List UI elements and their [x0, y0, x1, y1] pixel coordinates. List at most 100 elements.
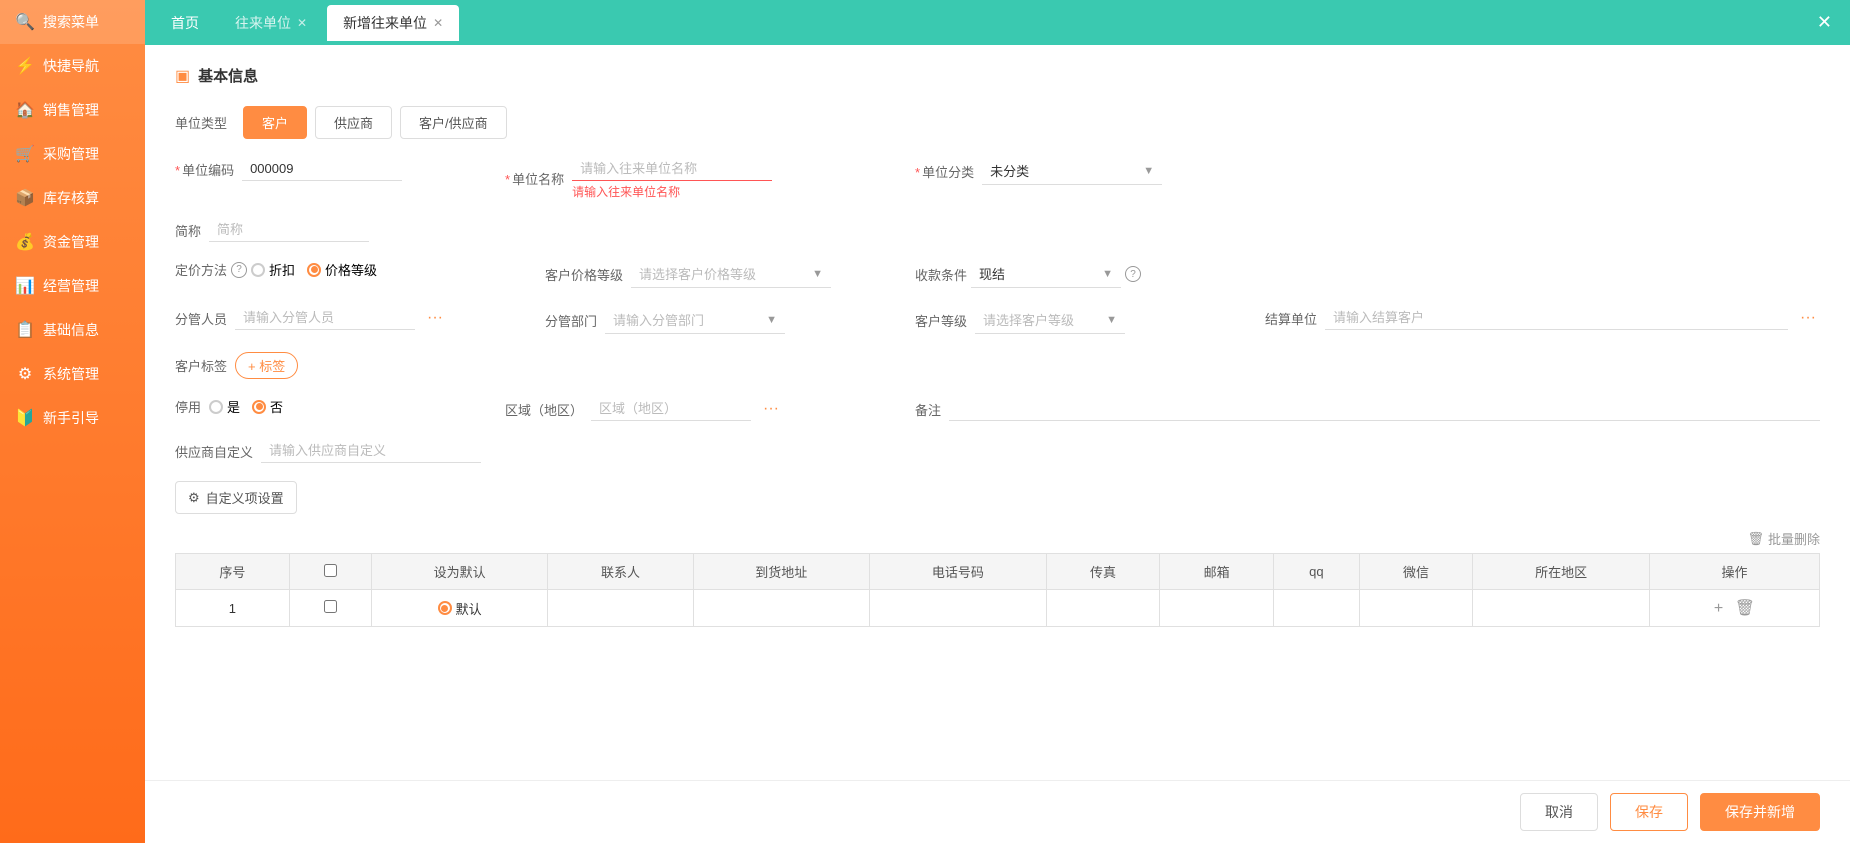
batch-delete-area: 🗑 批量删除 — [175, 529, 1820, 548]
sales-icon: 🏠 — [15, 100, 35, 120]
remarks-input[interactable] — [949, 397, 1820, 421]
settlement-input[interactable] — [1325, 306, 1788, 330]
settlement-label: 结算单位 — [1265, 309, 1317, 328]
finance-icon: 💰 — [15, 232, 35, 252]
abbr-row: 简称 — [175, 218, 1820, 242]
col-email: 邮箱 — [1160, 554, 1274, 590]
sidebar-item-label: 经营管理 — [43, 276, 99, 296]
sidebar-item-finance[interactable]: 💰 资金管理 — [0, 220, 145, 264]
table-header-row: 序号 设为默认 联系人 到货地址 电话号码 传真 邮箱 qq 微信 所在地区 操… — [176, 554, 1820, 590]
cell-contact — [548, 590, 693, 627]
custom-settings-button[interactable]: ⚙ 自定义项设置 — [175, 481, 297, 514]
tab-new-counterparty-close[interactable]: ✕ — [433, 16, 443, 30]
sidebar-item-purchase[interactable]: 🛒 采购管理 — [0, 132, 145, 176]
add-tag-button[interactable]: + 标签 — [235, 352, 298, 379]
payment-select[interactable]: 现结 ▼ — [971, 260, 1121, 288]
add-row-button[interactable]: + — [1710, 598, 1727, 620]
settlement-field: 结算单位 ··· — [1265, 306, 1820, 330]
customer-level-field: 客户等级 请选择客户等级 ▼ — [915, 306, 1235, 334]
system-icon: ⚙ — [15, 364, 35, 384]
payment-label: 收款条件 — [915, 265, 967, 284]
sidebar-item-inventory[interactable]: 📦 库存核算 — [0, 176, 145, 220]
cell-qq — [1273, 590, 1359, 627]
unit-code-input[interactable] — [242, 157, 402, 181]
pricing-discount[interactable]: 折扣 — [251, 260, 295, 279]
unit-name-input[interactable] — [572, 157, 772, 181]
sidebar-item-label: 采购管理 — [43, 144, 99, 164]
cell-seq: 1 — [176, 590, 290, 627]
pricing-radio-group: 折扣 价格等级 — [251, 260, 377, 279]
delete-row-button[interactable]: 🗑 — [1731, 596, 1759, 620]
col-actions: 操作 — [1649, 554, 1819, 590]
tab-counterparty[interactable]: 往来单位 ✕ — [219, 5, 323, 41]
region-more-btn[interactable]: ··· — [759, 400, 783, 418]
sidebar-item-system[interactable]: ⚙ 系统管理 — [0, 352, 145, 396]
pricing-help-icon[interactable]: ? — [231, 262, 247, 278]
remarks-label: 备注 — [915, 400, 941, 419]
sidebar-item-basic-info[interactable]: 📋 基础信息 — [0, 308, 145, 352]
sidebar-item-label: 基础信息 — [43, 320, 99, 340]
payment-help-icon[interactable]: ? — [1125, 266, 1141, 282]
col-wechat: 微信 — [1359, 554, 1473, 590]
tab-home[interactable]: 首页 — [155, 5, 215, 41]
form-content: ▣ 基本信息 单位类型 客户 供应商 客户/供应商 *单位编码 — [145, 45, 1850, 780]
window-close-icon[interactable]: ✕ — [1809, 12, 1840, 33]
customer-level-chevron: ▼ — [1106, 314, 1117, 326]
sidebar-item-quick-nav[interactable]: ⚡ 快捷导航 — [0, 44, 145, 88]
customer-level-label: 客户等级 — [915, 311, 967, 330]
unit-type-customer[interactable]: 客户 — [243, 106, 307, 139]
cell-region — [1473, 590, 1650, 627]
save-button[interactable]: 保存 — [1610, 793, 1688, 831]
sidebar-item-operations[interactable]: 📊 经营管理 — [0, 264, 145, 308]
footer: 取消 保存 保存并新增 — [145, 780, 1850, 843]
manager-input[interactable] — [235, 306, 415, 330]
sidebar-item-search[interactable]: 🔍 搜索菜单 — [0, 0, 145, 44]
tab-new-counterparty[interactable]: 新增往来单位 ✕ — [327, 5, 459, 41]
custom-settings-label: 自定义项设置 — [206, 488, 284, 507]
contacts-table: 序号 设为默认 联系人 到货地址 电话号码 传真 邮箱 qq 微信 所在地区 操… — [175, 553, 1820, 627]
save-new-button[interactable]: 保存并新增 — [1700, 793, 1820, 831]
col-qq: qq — [1273, 554, 1359, 590]
unit-name-field: *单位名称 请输入往来单位名称 — [505, 157, 885, 200]
dept-label: 分管部门 — [545, 311, 597, 330]
disable-no-label: 否 — [270, 397, 283, 416]
manager-row: 分管人员 ··· 分管部门 请输入分管部门 ▼ 客户等级 请选择客户等级 ▼ 结… — [175, 306, 1820, 334]
customer-price-select[interactable]: 请选择客户价格等级 ▼ — [631, 260, 831, 288]
sidebar-item-label: 新手引导 — [43, 408, 99, 428]
payment-value: 现结 — [979, 264, 1098, 283]
unit-category-select[interactable]: 未分类 ▼ — [982, 157, 1162, 185]
supplier-custom-input[interactable] — [261, 439, 481, 463]
section-icon: ▣ — [175, 66, 190, 86]
disable-no[interactable]: 否 — [252, 397, 283, 416]
settlement-more-btn[interactable]: ··· — [1796, 309, 1820, 327]
col-phone: 电话号码 — [870, 554, 1047, 590]
unit-type-supplier[interactable]: 供应商 — [315, 106, 392, 139]
dept-chevron: ▼ — [766, 314, 777, 326]
custom-settings-icon: ⚙ — [188, 490, 200, 506]
tab-counterparty-close[interactable]: ✕ — [297, 16, 307, 30]
default-radio-item[interactable]: 默认 — [438, 599, 482, 618]
disable-label: 停用 — [175, 397, 201, 416]
sidebar-item-sales[interactable]: 🏠 销售管理 — [0, 88, 145, 132]
disable-yes[interactable]: 是 — [209, 397, 240, 416]
unit-type-both[interactable]: 客户/供应商 — [400, 106, 507, 139]
col-default: 设为默认 — [371, 554, 548, 590]
cancel-button[interactable]: 取消 — [1520, 793, 1598, 831]
region-input[interactable] — [591, 397, 751, 421]
customer-level-select[interactable]: 请选择客户等级 ▼ — [975, 306, 1125, 334]
row-checkbox[interactable] — [324, 600, 337, 613]
dept-select[interactable]: 请输入分管部门 ▼ — [605, 306, 785, 334]
pricing-level[interactable]: 价格等级 — [307, 260, 377, 279]
sidebar-item-label: 搜索菜单 — [43, 12, 99, 32]
pricing-level-radio — [307, 263, 321, 277]
abbr-input[interactable] — [209, 218, 369, 242]
select-all-checkbox[interactable] — [324, 564, 337, 577]
default-radio-circle — [438, 601, 452, 615]
batch-delete-icon: 🗑 — [1747, 531, 1764, 547]
batch-delete-label[interactable]: 批量删除 — [1768, 529, 1820, 548]
manager-more-btn[interactable]: ··· — [423, 309, 447, 327]
dept-placeholder: 请输入分管部门 — [613, 310, 762, 329]
unit-code-field: *单位编码 — [175, 157, 475, 181]
payment-field: 收款条件 现结 ▼ ? — [915, 260, 1235, 288]
sidebar-item-guide[interactable]: 🔰 新手引导 — [0, 396, 145, 440]
